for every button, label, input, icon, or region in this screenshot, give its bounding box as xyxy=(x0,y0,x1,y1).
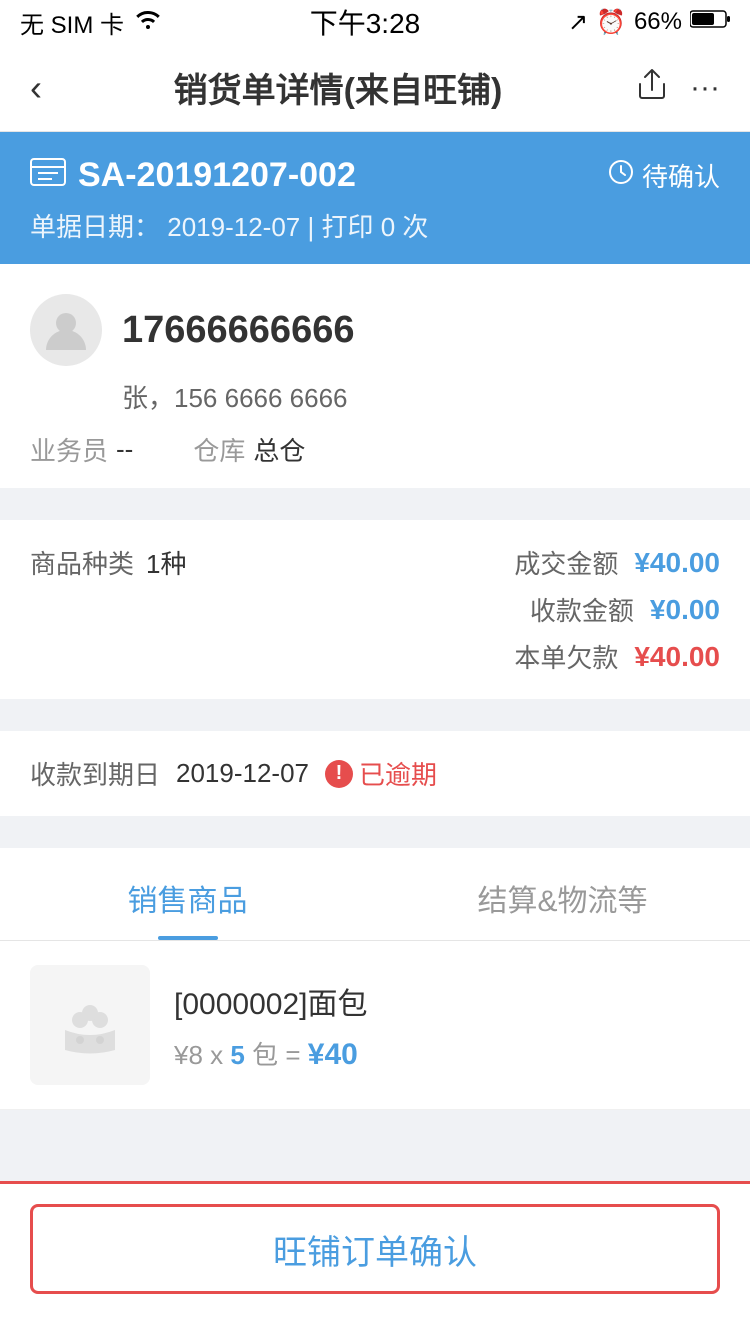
customer-name: 张，156 6666 6666 xyxy=(30,378,720,415)
due-date-card: 收款到期日 2019-12-07 ! 已逾期 xyxy=(0,731,750,816)
status-bar-time: 下午3:28 xyxy=(310,2,421,42)
price-multiply: x xyxy=(210,1040,230,1070)
due-date-label: 收款到期日 xyxy=(30,755,160,792)
product-type-item: 商品种类 1种 xyxy=(30,544,186,581)
transaction-amount-value: ¥40.00 xyxy=(634,547,720,579)
back-button[interactable]: ‹ xyxy=(30,67,42,109)
customer-card: 17666666666 张，156 6666 6666 业务员 -- 仓库 总仓 xyxy=(0,264,750,488)
warehouse-label: 仓库 xyxy=(193,431,245,468)
bottom-button-container: 旺铺订单确认 xyxy=(0,1181,750,1334)
price-equals: = xyxy=(285,1040,307,1070)
order-id-text: SA-20191207-002 xyxy=(78,156,356,195)
battery-icon xyxy=(690,8,730,36)
wifi-icon xyxy=(134,8,162,36)
owed-amount-label: 本单欠款 xyxy=(514,638,618,675)
confirm-order-button[interactable]: 旺铺订单确认 xyxy=(30,1204,720,1294)
overdue-text: 已逾期 xyxy=(359,755,437,792)
product-info: [0000002]面包 ¥8 x 5 包 = ¥40 xyxy=(174,979,720,1072)
tab-sales-products[interactable]: 销售商品 xyxy=(0,848,375,940)
product-name: [0000002]面包 xyxy=(174,979,720,1023)
product-price-row: ¥8 x 5 包 = ¥40 xyxy=(174,1035,720,1072)
summary-left: 商品种类 1种 xyxy=(30,544,186,581)
status-bar: 无 SIM 卡 下午3:28 ↗ ⏰ 66% xyxy=(0,0,750,44)
due-date-value: 2019-12-07 xyxy=(176,758,309,789)
divider-2 xyxy=(0,715,750,731)
status-bar-right: ↗ ⏰ 66% xyxy=(568,8,730,37)
customer-phone: 17666666666 xyxy=(122,309,354,352)
tab-sales-products-label: 销售商品 xyxy=(128,885,248,918)
received-amount-label: 收款金额 xyxy=(530,591,634,628)
overdue-badge: ! 已逾期 xyxy=(325,755,437,792)
overdue-icon: ! xyxy=(325,760,353,788)
product-thumbnail xyxy=(30,965,150,1085)
divider-3 xyxy=(0,832,750,848)
product-quantity: 5 xyxy=(230,1040,244,1070)
warehouse-value: 总仓 xyxy=(253,431,305,468)
product-type-label: 商品种类 xyxy=(30,544,134,581)
product-price: ¥8 xyxy=(174,1040,203,1070)
more-icon[interactable]: ··· xyxy=(690,71,720,105)
product-unit: 包 xyxy=(252,1040,278,1070)
order-header: SA-20191207-002 待确认 单据日期： 2019-12-07 | 打… xyxy=(0,132,750,264)
order-id: SA-20191207-002 xyxy=(30,156,356,195)
received-amount-row: 收款金额 ¥0.00 xyxy=(530,591,720,628)
order-status: 待确认 xyxy=(608,157,720,194)
divider-1 xyxy=(0,504,750,520)
customer-meta: 业务员 -- 仓库 总仓 xyxy=(30,431,720,468)
share-icon[interactable] xyxy=(634,66,670,110)
owed-amount-row: 本单欠款 ¥40.00 xyxy=(514,638,720,675)
location-icon: ↗ xyxy=(568,8,588,37)
tab-settlement-logistics[interactable]: 结算&物流等 xyxy=(375,848,750,940)
status-bar-left: 无 SIM 卡 xyxy=(20,5,162,40)
clock-icon xyxy=(608,159,634,192)
tabs-container: 销售商品 结算&物流等 xyxy=(0,848,750,941)
warehouse-item: 仓库 总仓 xyxy=(193,431,305,468)
battery-text: 66% xyxy=(634,8,682,36)
product-total: ¥40 xyxy=(308,1038,358,1071)
alarm-icon: ⏰ xyxy=(596,8,626,37)
product-list: [0000002]面包 ¥8 x 5 包 = ¥40 xyxy=(0,941,750,1110)
transaction-amount-label: 成交金额 xyxy=(514,544,618,581)
salesperson-value: -- xyxy=(116,434,133,465)
summary-right: 成交金额 ¥40.00 收款金额 ¥0.00 本单欠款 ¥40.00 xyxy=(514,544,720,675)
product-item: [0000002]面包 ¥8 x 5 包 = ¥40 xyxy=(0,941,750,1110)
salesperson-item: 业务员 -- xyxy=(30,431,133,468)
page-title: 销货单详情(来自旺铺) xyxy=(174,63,503,112)
salesperson-label: 业务员 xyxy=(30,431,108,468)
transaction-amount-row: 成交金额 ¥40.00 xyxy=(514,544,720,581)
order-icon xyxy=(30,158,66,194)
print-count: 打印 0 次 xyxy=(321,212,428,242)
carrier-text: 无 SIM 卡 xyxy=(20,5,124,40)
summary-card: 商品种类 1种 成交金额 ¥40.00 收款金额 ¥0.00 本单欠款 ¥40.… xyxy=(0,520,750,699)
nav-bar: ‹ 销货单详情(来自旺铺) ··· xyxy=(0,44,750,132)
tab-settlement-logistics-label: 结算&物流等 xyxy=(477,885,647,918)
nav-actions: ··· xyxy=(634,66,720,110)
product-type-value: 1种 xyxy=(146,544,186,581)
status-text: 待确认 xyxy=(642,157,720,194)
order-date-info: 单据日期： 2019-12-07 | 打印 0 次 xyxy=(30,207,720,244)
date-label: 单据日期： xyxy=(30,212,160,242)
received-amount-value: ¥0.00 xyxy=(650,594,720,626)
customer-avatar xyxy=(30,294,102,366)
date-separator: | xyxy=(307,212,321,242)
owed-amount-value: ¥40.00 xyxy=(634,641,720,673)
date-value: 2019-12-07 xyxy=(167,212,300,242)
